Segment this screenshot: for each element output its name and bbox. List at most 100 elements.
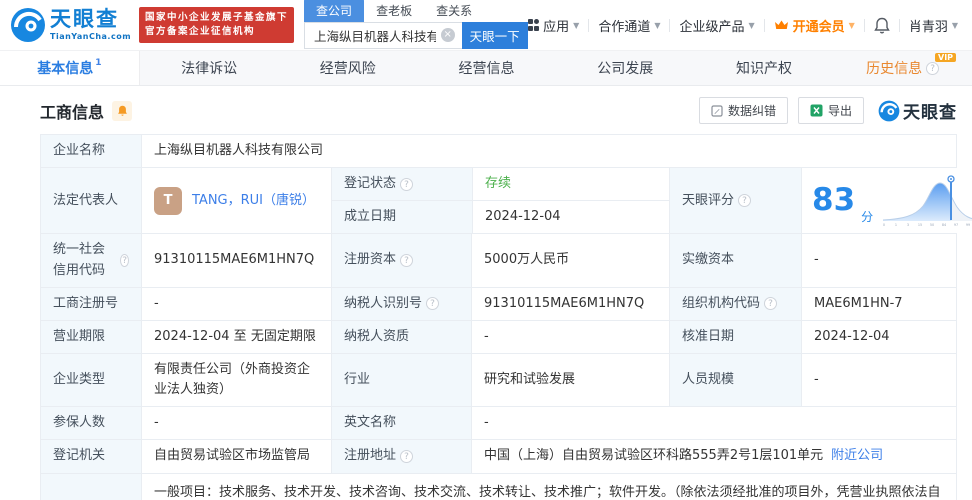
tab-basic-info-count: 1 xyxy=(95,58,101,68)
separator xyxy=(764,19,765,32)
table-row: 登记机关 自由贸易试验区市场监管局 注册地址 ? 中国（上海）自由贸易试验区环科… xyxy=(41,439,956,472)
help-icon[interactable]: ? xyxy=(738,194,751,207)
table-row: 企业类型 有限责任公司（外商投资企业法人独资） 行业 研究和试验发展 人员规模 … xyxy=(41,353,956,406)
svg-text:99: 99 xyxy=(966,223,970,227)
table-row: 参保人数 - 英文名称 - xyxy=(41,406,956,439)
reg-status-label: 登记状态 ? xyxy=(332,168,472,200)
data-correction-label: 数据纠错 xyxy=(728,102,776,119)
watermark-logo: 天眼查 xyxy=(878,98,957,123)
reg-status-label-text: 登记状态 xyxy=(344,174,396,194)
help-icon[interactable]: ? xyxy=(926,62,939,75)
search-block: 查公司 查老板 查关系 × 天眼一下 xyxy=(304,2,528,49)
chevron-down-icon: ▼ xyxy=(849,21,855,30)
clear-search-icon[interactable]: × xyxy=(441,28,455,42)
approval-date-label: 核准日期 xyxy=(669,321,801,353)
svg-text:97: 97 xyxy=(954,223,958,227)
search-tabs: 查公司 查老板 查关系 xyxy=(304,2,528,22)
taxpayer-id-label-text: 纳税人识别号 xyxy=(344,294,422,314)
score-cell[interactable]: 83 分 0 1 3 xyxy=(801,168,972,233)
company-name-label: 企业名称 xyxy=(41,135,141,167)
search-input[interactable] xyxy=(304,22,462,49)
search-tab-company[interactable]: 查公司 xyxy=(304,0,364,22)
data-correction-button[interactable]: 数据纠错 xyxy=(699,97,788,124)
staff-size-value: - xyxy=(801,354,956,406)
table-row: 营业期限 2024-12-04 至 无固定期限 纳税人资质 - 核准日期 202… xyxy=(41,320,956,353)
reg-address-value: 中国（上海）自由贸易试验区环科路555弄2号1层101单元 xyxy=(484,446,823,466)
org-code-label-text: 组织机构代码 xyxy=(682,294,760,314)
help-icon[interactable]: ? xyxy=(400,450,413,463)
tab-history-info[interactable]: VIP 历史信息 ? xyxy=(833,51,972,85)
tab-operational-risk[interactable]: 经营风险 xyxy=(278,51,417,85)
svg-text:84: 84 xyxy=(942,223,946,227)
reg-number-value: - xyxy=(141,288,331,320)
credit-code-label-text: 统一社会信用代码 xyxy=(53,240,116,280)
establish-date-value: 2024-12-04 xyxy=(472,201,669,233)
legal-rep-label: 法定代表人 xyxy=(41,168,141,233)
brand-domain: TianYanCha.com xyxy=(50,33,131,41)
tab-business-info[interactable]: 经营信息 xyxy=(417,51,556,85)
taxpayer-id-value: 91310115MAE6M1HN7Q xyxy=(471,288,669,320)
org-code-value: MAE6M1HN-7 xyxy=(801,288,956,320)
score-distribution-chart: 0 1 3 15 50 84 97 99 100 xyxy=(881,174,972,228)
legal-rep-avatar[interactable]: T xyxy=(154,187,182,215)
business-scope-value: 一般项目：技术服务、技术开发、技术咨询、技术交流、技术转让、技术推广；软件开发。… xyxy=(141,474,956,500)
taxpayer-quality-label: 纳税人资质 xyxy=(331,321,471,353)
search-tab-boss[interactable]: 查老板 xyxy=(364,0,424,22)
search-tab-relation[interactable]: 查关系 xyxy=(424,0,484,22)
tianyancha-logo[interactable]: 天眼查 TianYanCha.com xyxy=(10,7,131,43)
separator xyxy=(588,19,589,32)
menu-enterprise-products[interactable]: 企业级产品 ▼ xyxy=(679,16,754,35)
separator xyxy=(899,19,900,32)
table-row: 企业名称 上海纵目机器人科技有限公司 xyxy=(41,135,956,167)
company-name-value: 上海纵目机器人科技有限公司 xyxy=(141,135,956,167)
user-account[interactable]: 肖青羽 ▼ xyxy=(909,16,958,35)
export-button[interactable]: 导出 xyxy=(798,97,864,124)
help-icon[interactable]: ? xyxy=(400,254,413,267)
taxpayer-quality-value: - xyxy=(471,321,669,353)
subscribe-bell-chip[interactable] xyxy=(112,101,132,121)
tab-legal-proceedings[interactable]: 法律诉讼 xyxy=(140,51,279,85)
crown-icon xyxy=(774,19,789,31)
chevron-down-icon: ▼ xyxy=(952,21,958,30)
search-button[interactable]: 天眼一下 xyxy=(462,22,528,49)
paid-capital-label: 实缴资本 xyxy=(669,234,801,286)
tab-company-development[interactable]: 公司发展 xyxy=(556,51,695,85)
credit-code-label: 统一社会信用代码 ? xyxy=(41,234,141,286)
industry-label: 行业 xyxy=(331,354,471,406)
help-icon[interactable]: ? xyxy=(764,297,777,310)
legal-rep-cell: T TANG，RUI（唐锐） xyxy=(141,168,331,233)
menu-enterprise-label: 企业级产品 xyxy=(679,16,744,35)
paid-capital-value: - xyxy=(801,234,956,286)
table-subrow: 成立日期 2024-12-04 xyxy=(332,200,669,233)
svg-text:0: 0 xyxy=(883,223,885,227)
help-icon[interactable]: ? xyxy=(400,178,413,191)
taxpayer-id-label: 纳税人识别号 ? xyxy=(331,288,471,320)
reg-authority-value: 自由贸易试验区市场监管局 xyxy=(141,440,331,472)
org-code-label: 组织机构代码 ? xyxy=(669,288,801,320)
business-term-label: 营业期限 xyxy=(41,321,141,353)
notification-bell-icon[interactable] xyxy=(874,17,890,34)
menu-cooperation[interactable]: 合作通道 ▼ xyxy=(598,16,660,35)
reg-status-value: 存续 xyxy=(472,168,669,200)
industry-value: 研究和试验发展 xyxy=(471,354,669,406)
menu-vip-upgrade[interactable]: 开通会员 ▼ xyxy=(774,16,855,35)
legal-rep-link[interactable]: TANG，RUI（唐锐） xyxy=(192,191,315,211)
reg-capital-label-text: 注册资本 xyxy=(344,250,396,270)
reg-number-label: 工商注册号 xyxy=(41,288,141,320)
table-row: 统一社会信用代码 ? 91310115MAE6M1HN7Q 注册资本 ? 500… xyxy=(41,233,956,286)
tab-intellectual-property[interactable]: 知识产权 xyxy=(695,51,834,85)
tab-basic-info[interactable]: 基本信息 1 xyxy=(0,51,140,85)
tianyancha-watermark-icon xyxy=(878,100,900,122)
gov-credential-badge: 国家中小企业发展子基金旗下 官方备案企业征信机构 xyxy=(139,7,294,44)
insured-count-value: - xyxy=(141,407,331,439)
help-icon[interactable]: ? xyxy=(426,297,439,310)
help-icon[interactable]: ? xyxy=(120,254,129,267)
separator xyxy=(669,19,670,32)
menu-apps[interactable]: 应用 ▼ xyxy=(528,16,580,35)
username: 肖青羽 xyxy=(909,16,948,35)
nearby-companies-link[interactable]: 附近公司 xyxy=(831,446,883,466)
watermark-name: 天眼查 xyxy=(903,98,957,123)
reg-address-label-text: 注册地址 xyxy=(344,446,396,466)
english-name-label: 英文名称 xyxy=(331,407,471,439)
table-row: 法定代表人 T TANG，RUI（唐锐） 登记状态 ? 存续 成立日期 2024… xyxy=(41,167,956,233)
